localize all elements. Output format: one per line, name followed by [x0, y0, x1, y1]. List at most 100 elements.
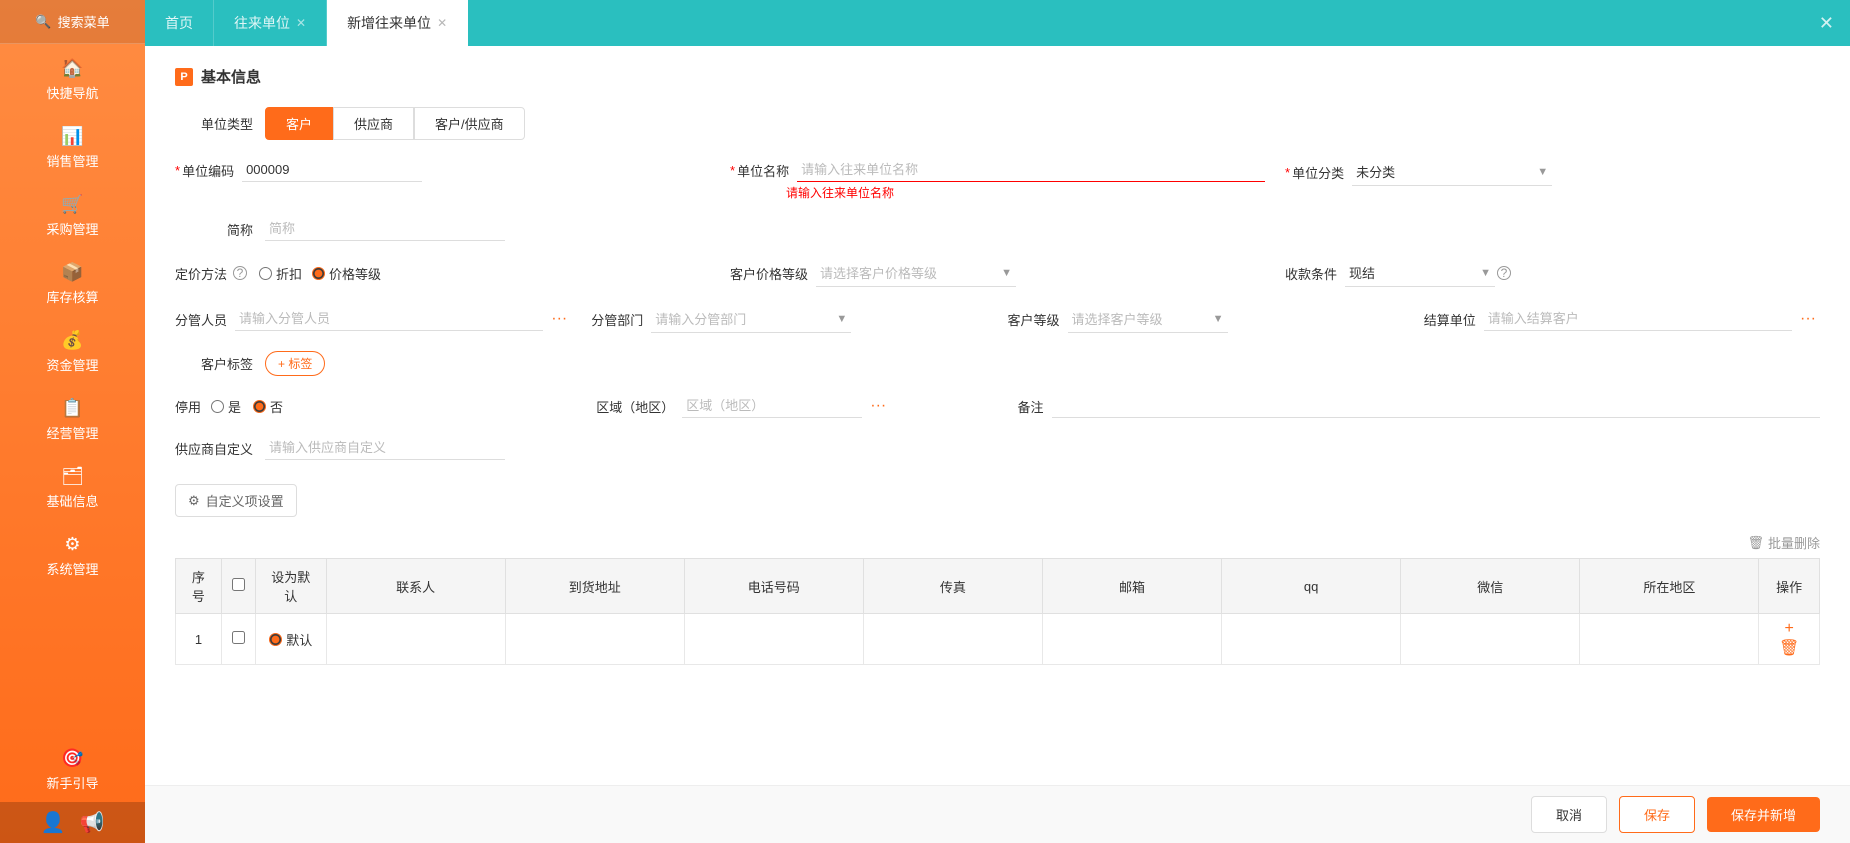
add-tag-button[interactable]: + 标签	[265, 351, 325, 376]
unit-category-select[interactable]: 未分类 ▼	[1352, 158, 1552, 186]
row-region[interactable]	[1580, 614, 1759, 665]
email-input[interactable]	[1051, 632, 1213, 647]
settlement-unit-input[interactable]	[1484, 307, 1792, 331]
customer-price-level-placeholder: 请选择客户价格等级	[820, 263, 997, 282]
unit-name-error: 请输入往来单位名称	[730, 184, 894, 201]
customer-level-select[interactable]: 请选择客户等级 ▼	[1068, 305, 1228, 333]
tab-partners-label: 往来单位	[234, 13, 290, 33]
disabled-no-radio[interactable]	[253, 400, 266, 413]
unit-code-input[interactable]	[242, 158, 422, 182]
col-email: 邮箱	[1042, 559, 1221, 614]
remarks-input[interactable]	[1052, 394, 1820, 418]
gear-icon: ⚙	[188, 493, 200, 509]
delete-row-button[interactable]: 🗑	[1779, 640, 1799, 657]
close-partners-tab[interactable]: ✕	[296, 16, 306, 30]
sidebar-bottom-icon1[interactable]: 👤	[41, 810, 66, 835]
save-button[interactable]: 保存	[1619, 796, 1695, 833]
address-input[interactable]	[514, 632, 676, 647]
save-new-button[interactable]: 保存并新增	[1707, 797, 1820, 832]
sidebar-item-system[interactable]: ⚙ 系统管理	[0, 520, 145, 588]
customer-price-level-select[interactable]: 请选择客户价格等级 ▼	[816, 259, 1016, 287]
row-phone[interactable]	[684, 614, 863, 665]
col-check	[221, 559, 255, 614]
disabled-yes-radio[interactable]	[211, 400, 224, 413]
sidebar-item-quick-nav[interactable]: 🏠 快捷导航	[0, 44, 145, 112]
pricing-level-radio[interactable]	[312, 267, 325, 280]
manager-input[interactable]	[235, 307, 543, 331]
row-contact[interactable]	[326, 614, 505, 665]
payment-terms-select[interactable]: 现结 ▼	[1345, 259, 1495, 287]
cancel-button[interactable]: 取消	[1531, 796, 1607, 833]
settlement-unit-label: 结算单位	[1424, 310, 1476, 329]
sidebar-item-inventory[interactable]: 📦 库存核算	[0, 248, 145, 316]
close-new-partner-tab[interactable]: ✕	[437, 16, 447, 30]
area-input[interactable]	[682, 394, 862, 418]
default-radio-label[interactable]: 默认	[264, 630, 318, 649]
area-more-btn[interactable]: ···	[866, 397, 890, 415]
row-fax[interactable]	[863, 614, 1042, 665]
sidebar-item-label: 资金管理	[46, 355, 98, 374]
batch-delete-area[interactable]: 🗑 批量删除	[175, 533, 1820, 552]
area-label: 区域（地区）	[596, 397, 674, 416]
type-both-button[interactable]: 客户/供应商	[414, 107, 525, 140]
search-icon: 🔍	[35, 14, 51, 30]
disabled-no-option[interactable]: 否	[253, 397, 283, 416]
sidebar-item-operations[interactable]: 📋 经营管理	[0, 384, 145, 452]
sidebar-item-finance[interactable]: 💰 资金管理	[0, 316, 145, 384]
pricing-method-label: 定价方法	[175, 264, 227, 283]
row-no: 1	[176, 614, 222, 665]
sidebar-bottom-icon2[interactable]: 📢	[80, 810, 105, 835]
payment-hint-icon[interactable]: ?	[1497, 266, 1511, 280]
row-email[interactable]	[1042, 614, 1221, 665]
bottom-bar: 取消 保存 保存并新增	[145, 785, 1850, 843]
contact-input[interactable]	[335, 632, 497, 647]
search-menu[interactable]: 🔍 搜索菜单	[0, 0, 145, 44]
custom-setting-button[interactable]: ⚙ 自定义项设置	[175, 484, 297, 517]
type-customer-button[interactable]: 客户	[265, 107, 333, 140]
pricing-level-label: 价格等级	[329, 264, 381, 283]
type-supplier-button[interactable]: 供应商	[333, 107, 414, 140]
pricing-discount-option[interactable]: 折扣	[259, 264, 302, 283]
supplier-custom-input[interactable]	[265, 436, 505, 460]
pricing-level-option[interactable]: 价格等级	[312, 264, 381, 283]
sidebar-item-label: 销售管理	[46, 151, 98, 170]
tab-home[interactable]: 首页	[145, 0, 214, 46]
qq-input[interactable]	[1230, 632, 1392, 647]
manager-label: 分管人员	[175, 310, 227, 329]
manager-more-btn[interactable]: ···	[547, 310, 571, 328]
department-select[interactable]: 请输入分管部门 ▼	[651, 305, 851, 333]
inventory-icon: 📦	[61, 262, 83, 283]
sidebar-item-guide[interactable]: 🎯 新手引导	[0, 734, 145, 802]
disabled-label: 停用	[175, 397, 201, 416]
row-qq[interactable]	[1222, 614, 1401, 665]
supplier-custom-label: 供应商自定义	[175, 439, 265, 458]
customer-price-level-label: 客户价格等级	[730, 264, 808, 283]
close-all-tabs[interactable]: ✕	[1803, 13, 1850, 34]
disabled-yes-option[interactable]: 是	[211, 397, 241, 416]
row-wechat[interactable]	[1401, 614, 1580, 665]
unit-category-value: 未分类	[1356, 162, 1533, 181]
required-star-code: *	[175, 163, 180, 178]
row-checkbox[interactable]	[232, 631, 245, 644]
pricing-discount-radio[interactable]	[259, 267, 272, 280]
wechat-input[interactable]	[1409, 632, 1571, 647]
unit-name-input[interactable]	[797, 158, 1265, 182]
tab-partners[interactable]: 往来单位 ✕	[214, 0, 327, 46]
row-address[interactable]	[505, 614, 684, 665]
short-name-input[interactable]	[265, 217, 505, 241]
sidebar-item-basics[interactable]: 🗂 基础信息	[0, 452, 145, 520]
pricing-hint-icon[interactable]: ?	[233, 266, 247, 280]
fax-input[interactable]	[872, 632, 1034, 647]
required-star-name: *	[730, 163, 735, 178]
tab-new-partner[interactable]: 新增往来单位 ✕	[327, 0, 468, 46]
phone-input[interactable]	[693, 632, 855, 647]
settlement-more-btn[interactable]: ···	[1796, 310, 1820, 328]
select-all-checkbox[interactable]	[232, 578, 245, 591]
sidebar-item-sales[interactable]: 📊 销售管理	[0, 112, 145, 180]
customer-tag-label: 客户标签	[175, 354, 265, 373]
region-input[interactable]	[1588, 632, 1750, 647]
sidebar-item-purchase[interactable]: 🛒 采购管理	[0, 180, 145, 248]
add-row-button[interactable]: +	[1785, 620, 1794, 637]
default-radio[interactable]	[269, 633, 282, 646]
row-check[interactable]	[221, 614, 255, 665]
